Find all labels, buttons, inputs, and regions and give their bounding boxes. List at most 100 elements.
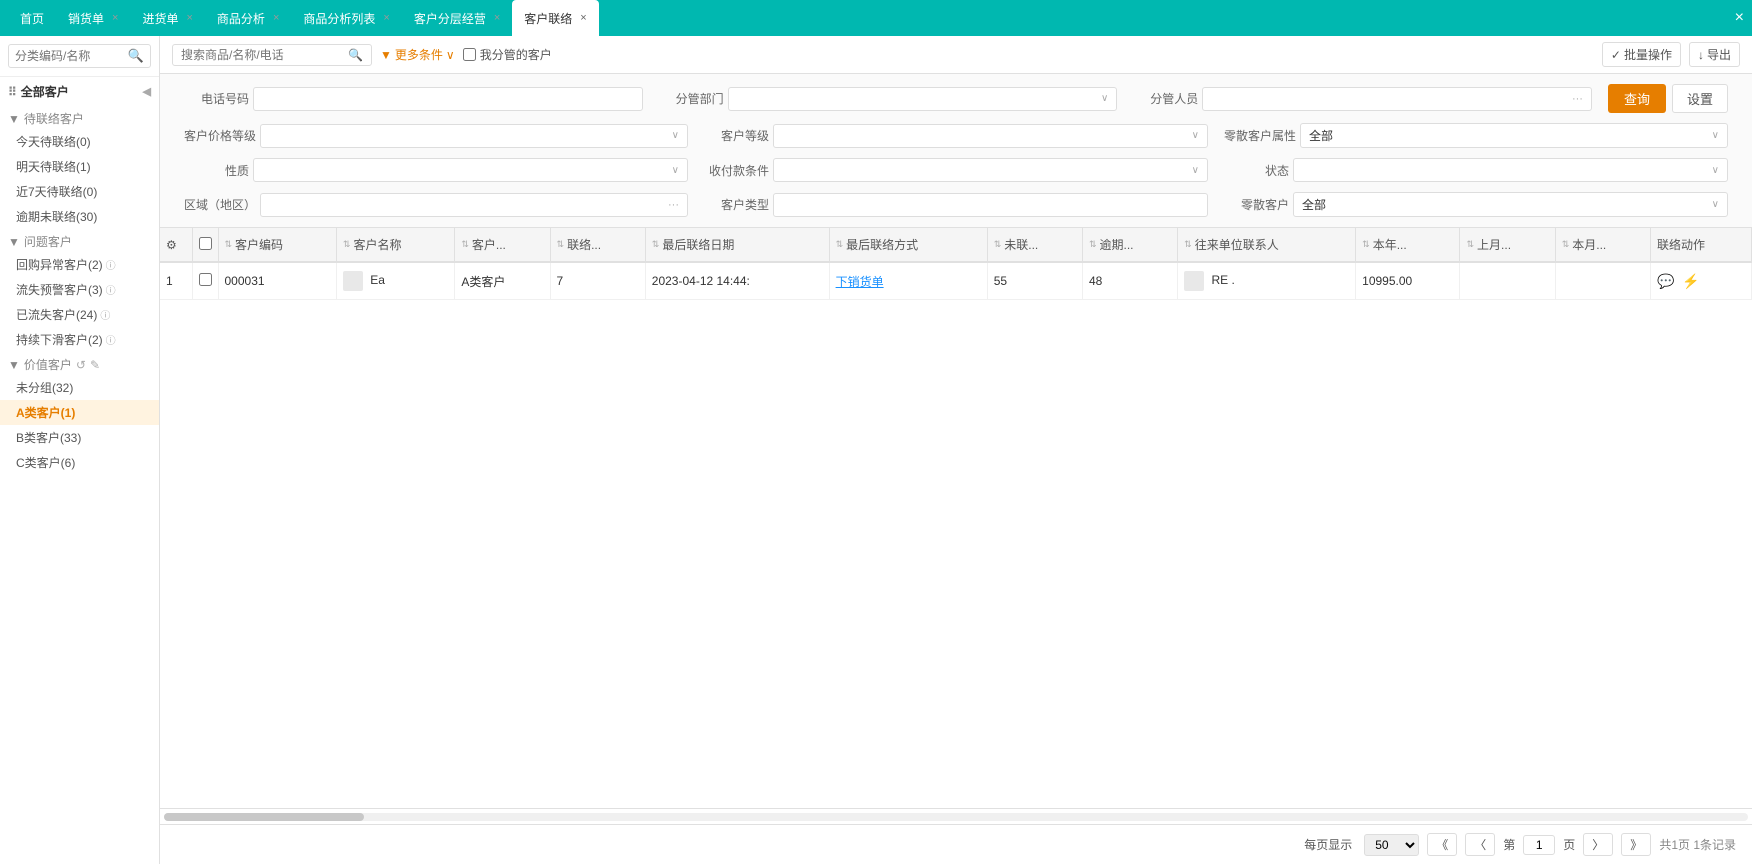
export-btn[interactable]: ↓ 导出 [1689,42,1740,67]
gear-icon[interactable]: ⚙ [166,238,177,252]
close-all-tabs-icon[interactable]: × [1735,9,1744,27]
th-code[interactable]: ⇅ 客户编码 [218,228,336,262]
th-overdue[interactable]: ⇅ 逾期... [1082,228,1177,262]
nav-customer-segment[interactable]: 客户分层经营 × [402,0,512,36]
cell-checkbox[interactable] [192,262,218,300]
th-checkbox[interactable] [192,228,218,262]
horizontal-scrollbar[interactable] [160,808,1752,824]
nav-home[interactable]: 首页 [8,0,56,36]
edit-icon[interactable]: ✎ [90,358,100,372]
row-checkbox[interactable] [199,273,212,286]
customer-type-input[interactable] [773,193,1208,217]
prev-page-btn[interactable]: 〈 [1465,833,1495,856]
manager-dots-icon[interactable]: ··· [1572,93,1583,105]
sidebar-item-b-class[interactable]: B类客户(33) [0,425,159,450]
filter-row-4: 区域（地区） ··· 客户类型 零散客户 [176,190,1736,219]
th-name[interactable]: ⇅ 客户名称 [336,228,454,262]
sidebar-item-overdue[interactable]: 逾期未联络(30) [0,204,159,229]
th-type[interactable]: ⇅ 客户... [455,228,550,262]
scroll-thumb[interactable] [164,813,364,821]
th-last-method[interactable]: ⇅ 最后联络方式 [829,228,987,262]
cell-this-year: 10995.00 [1356,262,1460,300]
th-last-date[interactable]: ⇅ 最后联络日期 [645,228,829,262]
col-sort-icon-8: ⇅ [1089,239,1097,250]
batch-op-btn[interactable]: ✓ 批量操作 [1602,42,1681,67]
sidebar-item-unclassified[interactable]: 未分组(32) [0,375,159,400]
customer-level-select[interactable]: ∨ [773,124,1208,148]
close-product-analysis-list-icon[interactable]: × [383,12,389,24]
first-page-btn[interactable]: 《 [1427,833,1457,856]
chat-icon[interactable]: 💬 [1657,273,1674,290]
nav-product-analysis-list[interactable]: 商品分析列表 × [291,0,401,36]
sidebar-item-declining[interactable]: 持续下滑客户(2) ⓘ [0,327,159,352]
sidebar-search-input[interactable] [15,49,128,63]
dept-select[interactable]: ∨ [728,87,1118,111]
sidebar-search-area: 🔍 [0,36,159,77]
close-product-analysis-icon[interactable]: × [273,12,279,24]
sidebar-item-today[interactable]: 今天待联络(0) [0,129,159,154]
close-customer-segment-icon[interactable]: × [494,12,500,24]
filter-search-icon[interactable]: 🔍 [348,48,363,62]
cell-contact: 7 [550,262,645,300]
nav-customer-contact[interactable]: 客户联络 × [512,0,598,36]
th-settings[interactable]: ⚙ [160,228,192,262]
price-level-select[interactable]: ∨ [260,124,688,148]
col-sort-icon-7: ⇅ [994,239,1002,250]
sidebar-item-churned[interactable]: 已流失客户(24) ⓘ [0,302,159,327]
nav-product-analysis[interactable]: 商品分析 × [205,0,291,36]
query-btn[interactable]: 查询 [1608,84,1666,113]
next-page-btn[interactable]: 〉 [1583,833,1613,856]
filter-row-1: 电话号码 分管部门 ∨ 分管人员 [176,82,1736,115]
sidebar-search-box[interactable]: 🔍 [8,44,151,68]
advanced-filter: 电话号码 分管部门 ∨ 分管人员 [160,74,1752,228]
th-contact2[interactable]: ⇅ 往来单位联系人 [1178,228,1356,262]
th-this-month[interactable]: ⇅ 本月... [1555,228,1650,262]
data-table: ⚙ ⇅ 客户编码 ⇅ [160,228,1752,300]
sidebar-item-c-class[interactable]: C类客户(6) [0,450,159,475]
retail-select[interactable]: 全部 ∨ [1293,192,1728,217]
my-customers-check[interactable] [463,48,476,61]
manager-input[interactable]: ··· [1202,87,1592,111]
more-filters-btn[interactable]: ▼ 更多条件 ∨ [380,46,455,63]
select-all-checkbox[interactable] [199,237,212,250]
page-number-input[interactable] [1523,835,1555,855]
close-customer-contact-icon[interactable]: × [580,12,586,24]
sidebar-item-7days[interactable]: 近7天待联络(0) [0,179,159,204]
nature-select[interactable]: ∨ [253,158,688,182]
filter-search-input[interactable] [181,48,348,62]
region-input[interactable]: ··· [260,193,688,217]
page-size-select[interactable]: 50 100 200 [1364,834,1419,856]
th-this-year[interactable]: ⇅ 本年... [1356,228,1460,262]
my-customers-checkbox[interactable]: 我分管的客户 [463,46,552,63]
last-page-btn[interactable]: 》 [1621,833,1651,856]
close-purchase-icon[interactable]: × [186,12,192,24]
th-last-month[interactable]: ⇅ 上月... [1460,228,1555,262]
sidebar-item-a-class[interactable]: A类客户(1) [0,400,159,425]
filter-search-box[interactable]: 🔍 [172,44,372,66]
sidebar-item-churn-warning[interactable]: 流失预警客户(3) ⓘ [0,277,159,302]
phone-input[interactable] [253,87,643,111]
close-sales-icon[interactable]: × [112,12,118,24]
sidebar-all-customers[interactable]: ⠿ 全部客户 ◀ [0,77,159,106]
main-layout: 🔍 ⠿ 全部客户 ◀ ▼ 待联络客户 今天待联络(0) 明天待联络(1) 近7天… [0,36,1752,864]
sidebar-search-icon[interactable]: 🔍 [128,48,144,64]
triangle-icon-2: ▼ [8,235,20,249]
sidebar-collapse-icon[interactable]: ◀ [143,85,151,98]
cell-last-method[interactable]: 下销货单 [829,262,987,300]
filter-row-3: 性质 ∨ 收付款条件 ∨ 状态 [176,156,1736,184]
region-dots-icon[interactable]: ··· [668,199,679,211]
nav-sales[interactable]: 销货单 × [56,0,130,36]
retail-attr-select[interactable]: 全部 ∨ [1300,123,1728,148]
status-select[interactable]: ∨ [1293,158,1728,182]
refresh-icon[interactable]: ↺ [76,358,86,372]
th-contact[interactable]: ⇅ 联络... [550,228,645,262]
nav-purchase[interactable]: 进货单 × [130,0,204,36]
th-no-contact[interactable]: ⇅ 未联... [987,228,1082,262]
settings-btn[interactable]: 设置 [1672,84,1728,113]
sidebar-item-tomorrow[interactable]: 明天待联络(1) [0,154,159,179]
scroll-track[interactable] [164,813,1748,821]
connect-icon[interactable]: ⚡ [1682,273,1699,290]
payment-select[interactable]: ∨ [773,158,1208,182]
sidebar-item-repurchase-abnormal[interactable]: 回购异常客户(2) ⓘ [0,252,159,277]
status-arrow-icon: ∨ [1712,165,1719,176]
